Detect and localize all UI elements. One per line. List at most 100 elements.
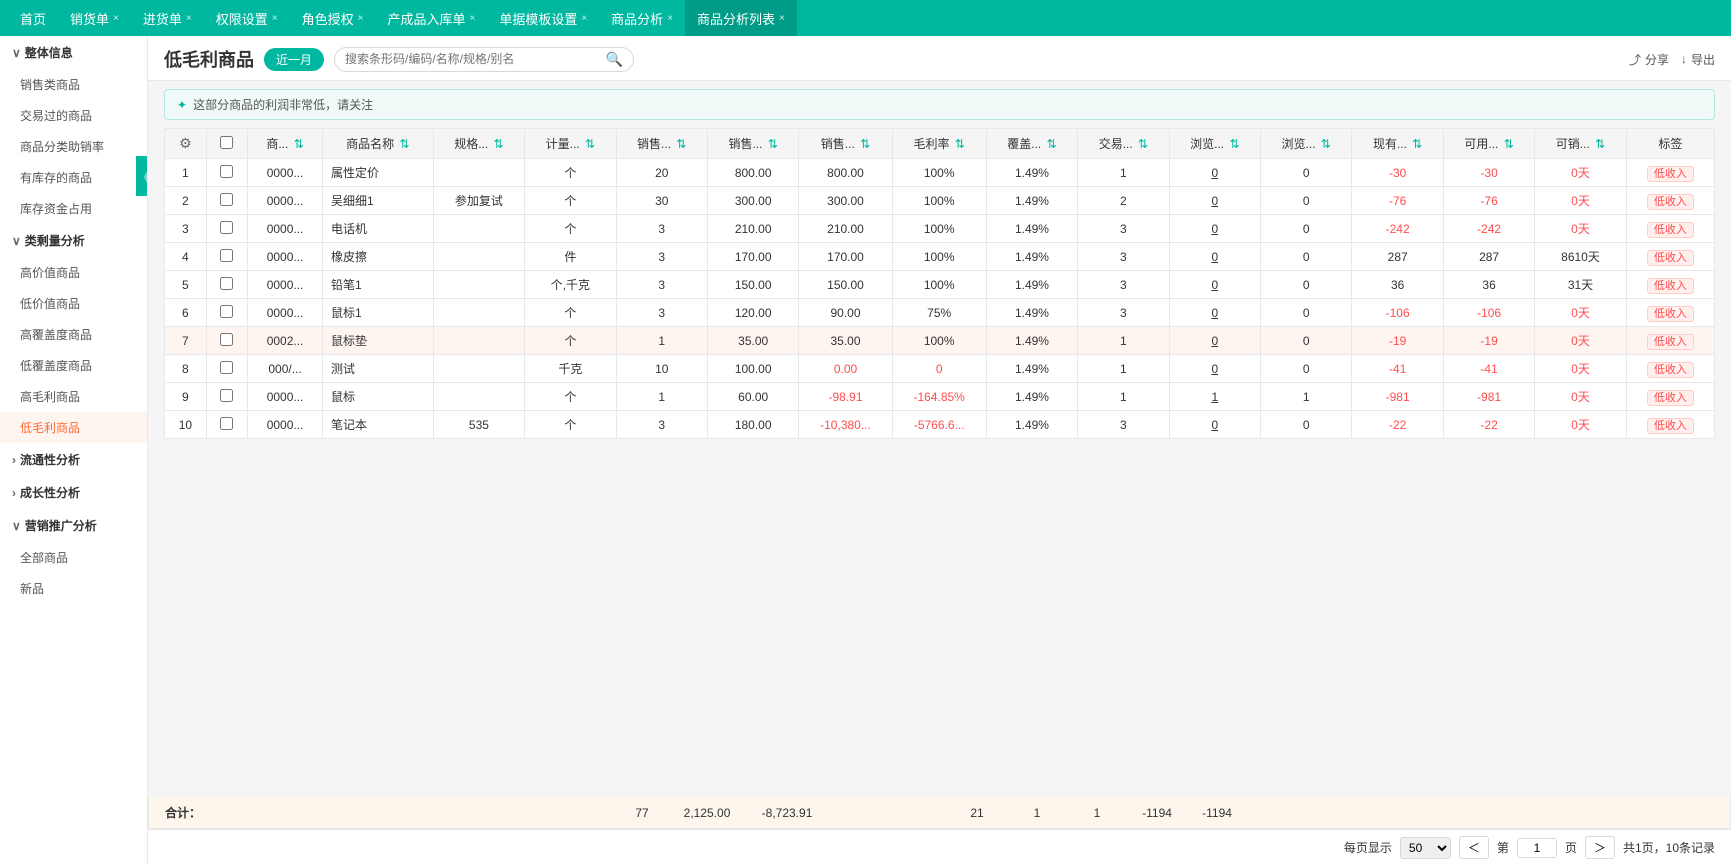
period-button[interactable]: 近一月 xyxy=(264,48,324,71)
col-sales-profit[interactable]: 销售... ⇅ xyxy=(799,129,892,159)
per-page-select[interactable]: 50 100 200 xyxy=(1400,837,1451,859)
col-name[interactable]: 商品名称 ⇅ xyxy=(323,129,434,159)
nav-item-product-inbound[interactable]: 产成品入库单 × xyxy=(375,0,487,36)
col-settings[interactable]: ⚙ xyxy=(165,129,207,159)
sidebar-group-circulation[interactable]: › 流通性分析 xyxy=(0,443,147,476)
search-icon[interactable]: 🔍 xyxy=(606,51,623,68)
next-page-button[interactable]: ＞ xyxy=(1585,836,1615,859)
row-checkbox[interactable] xyxy=(220,249,233,262)
cell-views1[interactable]: 0 xyxy=(1169,187,1260,215)
col-sales-qty[interactable]: 销售... ⇅ xyxy=(616,129,707,159)
row-checkbox[interactable] xyxy=(220,389,233,402)
cell-checkbox[interactable] xyxy=(206,355,247,383)
col-checkbox[interactable] xyxy=(206,129,247,159)
prev-page-button[interactable]: ＜ xyxy=(1459,836,1489,859)
col-trade-count[interactable]: 交易... ⇅ xyxy=(1078,129,1169,159)
col-current-stock[interactable]: 现有... ⇅ xyxy=(1352,129,1443,159)
col-views2[interactable]: 浏览... ⇅ xyxy=(1261,129,1352,159)
col-spec[interactable]: 规格... ⇅ xyxy=(433,129,524,159)
cell-views1[interactable]: 0 xyxy=(1169,355,1260,383)
row-checkbox[interactable] xyxy=(220,165,233,178)
share-button[interactable]: ⤴ 分享 xyxy=(1629,51,1669,68)
col-code[interactable]: 商... ⇅ xyxy=(248,129,323,159)
table-container[interactable]: ⚙ 商... ⇅ 商品名称 ⇅ 规格... ⇅ 计量... ⇅ 销售... ⇅ … xyxy=(148,128,1731,797)
cell-views1[interactable]: 0 xyxy=(1169,271,1260,299)
sidebar-group-growth[interactable]: › 成长性分析 xyxy=(0,476,147,509)
col-views1[interactable]: 浏览... ⇅ xyxy=(1169,129,1260,159)
close-icon[interactable]: × xyxy=(113,13,119,24)
cell-views1[interactable]: 0 xyxy=(1169,299,1260,327)
export-button[interactable]: ↓ 导出 xyxy=(1681,51,1715,68)
row-checkbox[interactable] xyxy=(220,277,233,290)
nav-item-product-analysis[interactable]: 商品分析 × xyxy=(599,0,685,36)
cell-checkbox[interactable] xyxy=(206,327,247,355)
close-icon[interactable]: × xyxy=(272,13,278,24)
sidebar-item-stocked-products[interactable]: 有库存的商品 xyxy=(0,162,147,193)
sidebar-item-high-coverage[interactable]: 高覆盖度商品 xyxy=(0,319,147,350)
close-icon[interactable]: × xyxy=(581,13,587,24)
sidebar-item-category-sales-rate[interactable]: 商品分类助销率 xyxy=(0,131,147,162)
sidebar-group-marketing[interactable]: ∨ 营销推广分析 xyxy=(0,509,147,542)
close-icon[interactable]: × xyxy=(358,13,364,24)
nav-item-product-analysis-list[interactable]: 商品分析列表 × xyxy=(685,0,797,36)
sidebar-item-high-value[interactable]: 高价值商品 xyxy=(0,257,147,288)
search-input[interactable] xyxy=(345,52,606,66)
sidebar-item-traded-products[interactable]: 交易过的商品 xyxy=(0,100,147,131)
nav-item-purchase[interactable]: 进货单 × xyxy=(131,0,204,36)
cell-views1[interactable]: 1 xyxy=(1169,383,1260,411)
row-checkbox[interactable] xyxy=(220,361,233,374)
cell-checkbox[interactable] xyxy=(206,215,247,243)
col-coverage[interactable]: 覆盖... ⇅ xyxy=(986,129,1077,159)
sidebar-item-new-products[interactable]: 新品 xyxy=(0,573,147,604)
sidebar-item-all-products[interactable]: 全部商品 xyxy=(0,542,147,573)
close-icon[interactable]: × xyxy=(779,13,785,24)
sidebar-item-high-margin[interactable]: 高毛利商品 xyxy=(0,381,147,412)
col-tag[interactable]: 标签 xyxy=(1626,129,1714,159)
cell-coverage: 1.49% xyxy=(986,327,1077,355)
nav-item-sales[interactable]: 销货单 × xyxy=(58,0,131,36)
cell-checkbox[interactable] xyxy=(206,383,247,411)
sidebar-item-stock-capital[interactable]: 库存资金占用 xyxy=(0,193,147,224)
nav-item-home[interactable]: 首页 xyxy=(8,0,58,36)
row-checkbox[interactable] xyxy=(220,193,233,206)
sidebar-collapse-btn[interactable]: 《 xyxy=(136,156,148,196)
cell-views1[interactable]: 0 xyxy=(1169,411,1260,439)
cell-checkbox[interactable] xyxy=(206,299,247,327)
cell-views1[interactable]: 0 xyxy=(1169,327,1260,355)
sidebar-item-low-margin[interactable]: 低毛利商品 xyxy=(0,412,147,443)
cell-views1[interactable]: 0 xyxy=(1169,215,1260,243)
row-checkbox[interactable] xyxy=(220,221,233,234)
cell-checkbox[interactable] xyxy=(206,187,247,215)
close-icon[interactable]: × xyxy=(186,13,192,24)
cell-checkbox[interactable] xyxy=(206,271,247,299)
cell-views1[interactable]: 0 xyxy=(1169,243,1260,271)
nav-item-template-settings[interactable]: 单据模板设置 × xyxy=(487,0,599,36)
cell-available-stock: -242 xyxy=(1443,215,1534,243)
row-checkbox[interactable] xyxy=(220,417,233,430)
nav-item-permissions[interactable]: 权限设置 × xyxy=(204,0,290,36)
select-all-checkbox[interactable] xyxy=(220,136,233,149)
cell-views1[interactable]: 0 xyxy=(1169,159,1260,187)
cell-checkbox[interactable] xyxy=(206,159,247,187)
cell-checkbox[interactable] xyxy=(206,411,247,439)
sidebar-item-sales-products[interactable]: 销售类商品 xyxy=(0,69,147,100)
col-available-stock[interactable]: 可用... ⇅ xyxy=(1443,129,1534,159)
col-sellable-days[interactable]: 可销... ⇅ xyxy=(1535,129,1626,159)
close-icon[interactable]: × xyxy=(667,13,673,24)
col-unit[interactable]: 计量... ⇅ xyxy=(525,129,616,159)
page-input[interactable] xyxy=(1517,838,1557,858)
col-gross-margin[interactable]: 毛利率 ⇅ xyxy=(892,129,986,159)
nav-item-role-auth[interactable]: 角色授权 × xyxy=(290,0,376,36)
close-icon[interactable]: × xyxy=(469,13,475,24)
sidebar-group-overall-info[interactable]: ∨ 整体信息 xyxy=(0,36,147,69)
sidebar-item-low-coverage[interactable]: 低覆盖度商品 xyxy=(0,350,147,381)
col-sales-amount[interactable]: 销售... ⇅ xyxy=(707,129,798,159)
row-checkbox[interactable] xyxy=(220,305,233,318)
row-checkbox[interactable] xyxy=(220,333,233,346)
page-label: 第 xyxy=(1497,839,1509,856)
sidebar-group-surplus-analysis[interactable]: ∨ 类剩量分析 xyxy=(0,224,147,257)
cell-checkbox[interactable] xyxy=(206,243,247,271)
sidebar-item-low-value[interactable]: 低价值商品 xyxy=(0,288,147,319)
cell-sellable-days: 0天 xyxy=(1535,355,1626,383)
cell-settings: 6 xyxy=(165,299,207,327)
